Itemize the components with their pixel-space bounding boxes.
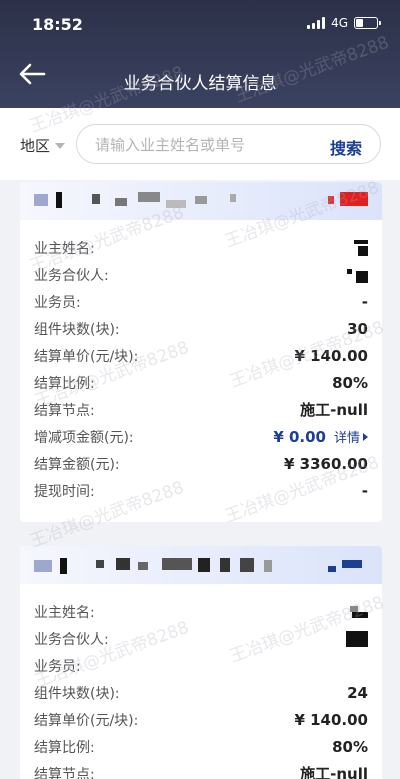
field-label: 结算节点: (34, 766, 95, 779)
row-ratio: 结算比例: 80% (20, 369, 382, 396)
row-settlement-amount: 结算金额(元): ¥ 3360.00 (20, 450, 382, 477)
caret-down-icon (55, 142, 66, 149)
system-indicators: 4G (307, 16, 381, 30)
field-value: ¥ 140.00 (294, 346, 368, 365)
search-area: 地区 搜索 (0, 108, 400, 180)
redacted-value (338, 239, 368, 256)
region-dropdown[interactable]: 地区 (20, 135, 66, 156)
search-button[interactable]: 搜索 (330, 135, 362, 159)
row-adjustment: 增减项金额(元): ¥ 0.00 详情 (20, 423, 382, 450)
field-label: 结算节点: (34, 402, 95, 419)
field-label: 结算金额(元): (34, 456, 120, 473)
field-value: 30 (347, 319, 368, 338)
redacted-value (338, 604, 368, 620)
nav-bar: 业务合伙人结算信息 (0, 50, 400, 108)
row-salesman: 业务员: (20, 652, 382, 679)
field-label: 结算比例: (34, 375, 95, 392)
field-value: 80% (332, 737, 368, 756)
field-value: ¥ 0.00 (273, 427, 326, 446)
app-header: 18:52 4G 业务合伙人结算信息 (0, 0, 400, 108)
region-label: 地区 (20, 137, 51, 155)
redacted-value (338, 267, 368, 283)
status-time: 18:52 (32, 15, 83, 34)
redacted-value (338, 630, 368, 647)
row-unit-price: 结算单价(元/块): ¥ 140.00 (20, 342, 382, 369)
field-value: - (361, 481, 368, 500)
settlement-card[interactable]: 业主姓名: 业务合伙人: 业务员: 组件块数(块): 24 结算单价(元/块):… (20, 546, 382, 779)
caret-right-icon (363, 432, 368, 441)
row-owner-name: 业主姓名: (20, 598, 382, 625)
page-title: 业务合伙人结算信息 (123, 74, 277, 94)
field-value: 施工-null (300, 765, 368, 779)
field-label: 结算单价(元/块): (34, 348, 139, 365)
field-label: 业务员: (34, 658, 81, 675)
field-label: 提现时间: (34, 483, 95, 500)
search-input[interactable] (95, 134, 315, 156)
status-bar: 18:52 4G (0, 0, 400, 50)
field-value: 24 (347, 683, 368, 702)
field-label: 业主姓名: (34, 604, 95, 621)
field-label: 增减项金额(元): (34, 429, 134, 446)
row-unit-price: 结算单价(元/块): ¥ 140.00 (20, 706, 382, 733)
field-label: 组件块数(块): (34, 685, 120, 702)
card-header-redacted (20, 546, 382, 584)
field-label: 业务员: (34, 294, 81, 311)
field-value: ¥ 140.00 (294, 710, 368, 729)
row-partner: 业务合伙人: (20, 261, 382, 288)
detail-link[interactable]: 详情 (334, 427, 368, 446)
row-ratio: 结算比例: 80% (20, 733, 382, 760)
row-withdraw-time: 提现时间: - (20, 477, 382, 504)
row-partner: 业务合伙人: (20, 625, 382, 652)
row-module-count: 组件块数(块): 30 (20, 315, 382, 342)
signal-icon (307, 17, 326, 29)
field-value: 80% (332, 373, 368, 392)
row-module-count: 组件块数(块): 24 (20, 679, 382, 706)
field-value: 施工-null (300, 401, 368, 419)
card-header-redacted (20, 182, 382, 220)
row-node: 结算节点: 施工-null (20, 396, 382, 423)
field-label: 业主姓名: (34, 240, 95, 257)
detail-label: 详情 (333, 431, 360, 446)
field-value: - (361, 292, 368, 311)
field-value: ¥ 3360.00 (284, 454, 368, 473)
search-box: 搜索 (76, 124, 381, 164)
field-label: 业务合伙人: (34, 631, 109, 648)
row-owner-name: 业主姓名: (20, 234, 382, 261)
field-label: 组件块数(块): (34, 321, 120, 338)
field-label: 结算单价(元/块): (34, 712, 139, 729)
row-salesman: 业务员: - (20, 288, 382, 315)
field-label: 结算比例: (34, 739, 95, 756)
settlement-card[interactable]: 业主姓名: 业务合伙人: 业务员: - 组件块数(块): 30 结算单价(元/块… (20, 182, 382, 522)
battery-icon (354, 17, 381, 29)
field-label: 业务合伙人: (34, 267, 109, 284)
network-type: 4G (331, 16, 348, 30)
row-node: 结算节点: 施工-null (20, 760, 382, 779)
